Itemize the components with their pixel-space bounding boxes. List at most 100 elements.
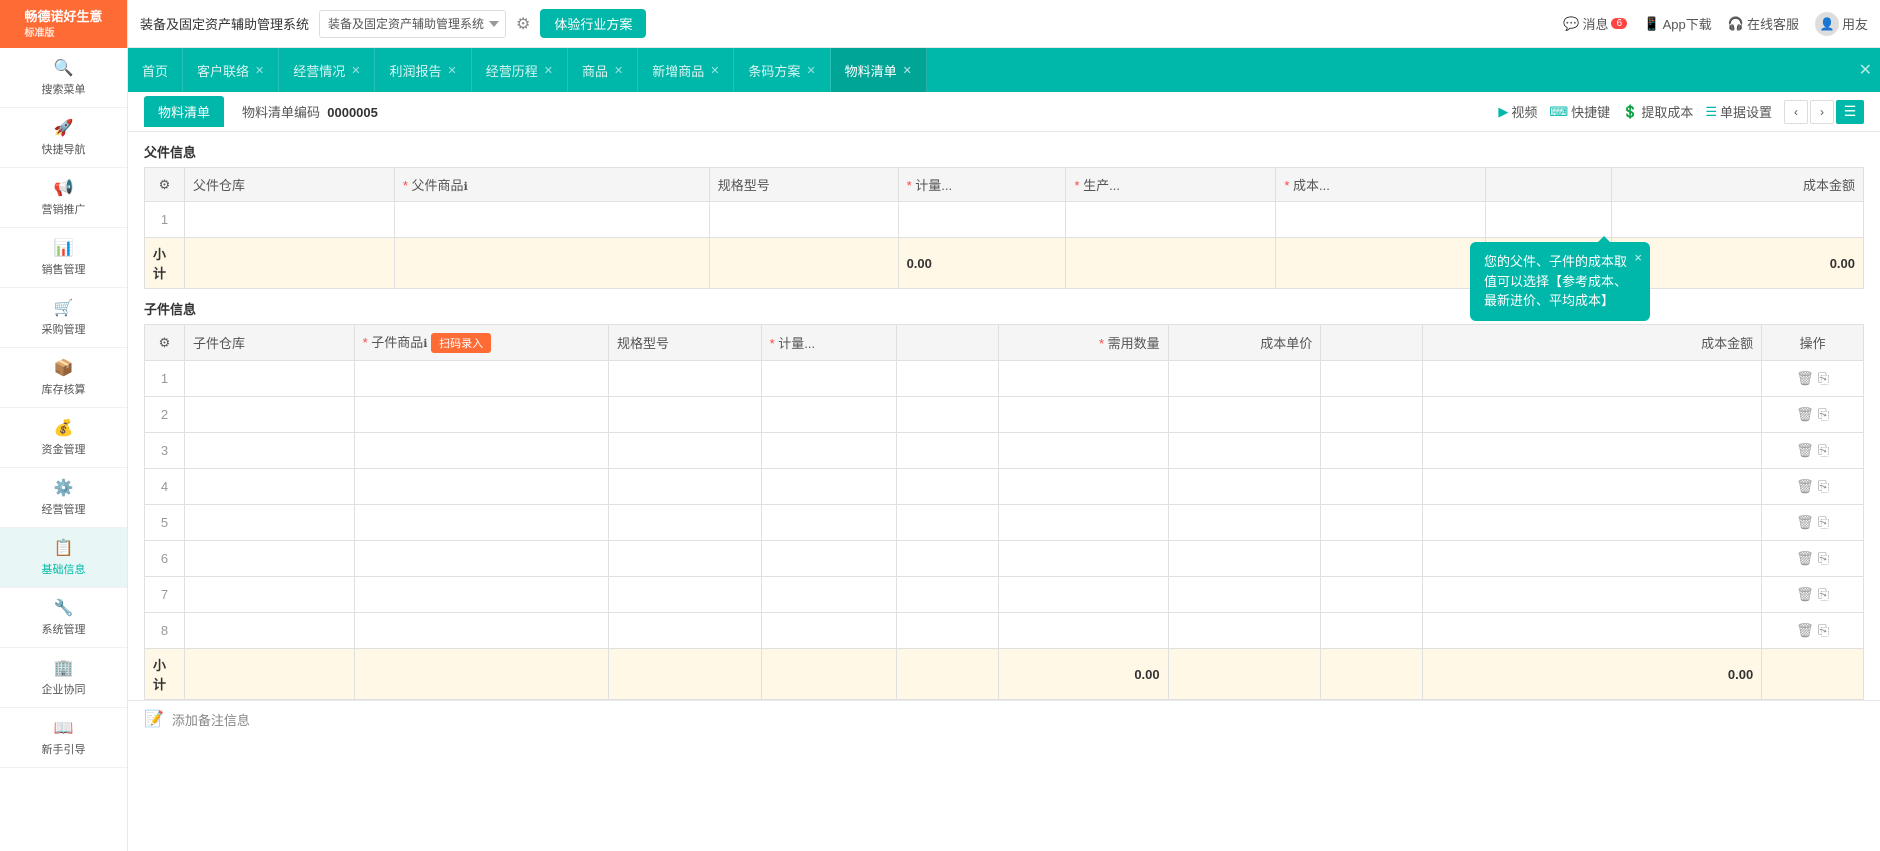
delete-icon[interactable]: 🗑 [1796, 442, 1814, 459]
tab-home[interactable]: 首页 [128, 48, 183, 92]
parent-production-cell[interactable] [1066, 202, 1276, 238]
child-warehouse-cell[interactable] [185, 397, 355, 433]
close-icon[interactable]: ✕ [903, 64, 912, 77]
child-spec-cell[interactable] [608, 361, 761, 397]
subtab-bom[interactable]: 物料清单 [144, 96, 224, 127]
copy-icon[interactable]: ⎘ [1818, 442, 1829, 459]
close-icon[interactable]: ✕ [351, 64, 360, 77]
child-warehouse-cell[interactable] [185, 505, 355, 541]
copy-icon[interactable]: ⎘ [1818, 586, 1829, 603]
experience-button[interactable]: 体验行业方案 [540, 9, 646, 38]
child-unit-cell[interactable] [761, 541, 897, 577]
sidebar-item-marketing[interactable]: 📢 营销推广 [0, 168, 127, 228]
online-service-button[interactable]: 🎧 在线客服 [1728, 14, 1799, 33]
sidebar-item-guide[interactable]: 📖 新手引导 [0, 708, 127, 768]
message-button[interactable]: 💬 消息 6 [1563, 14, 1627, 33]
video-action[interactable]: ▶ 视频 [1498, 102, 1537, 121]
close-icon[interactable]: ✕ [710, 64, 719, 77]
bottom-hint-text[interactable]: 添加备注信息 [172, 710, 250, 729]
child-qty-cell[interactable] [999, 433, 1169, 469]
child-unit-cell[interactable] [761, 505, 897, 541]
close-icon[interactable]: ✕ [544, 64, 553, 77]
child-warehouse-cell[interactable] [185, 577, 355, 613]
child-unit-cell[interactable] [761, 433, 897, 469]
tab-customer[interactable]: 客户联络 ✕ [183, 48, 279, 92]
child-unit-cell[interactable] [761, 577, 897, 613]
sidebar-item-enterprise[interactable]: 🏢 企业协同 [0, 648, 127, 708]
settings-gear-icon[interactable]: ⚙ [516, 14, 530, 34]
child-warehouse-cell[interactable] [185, 361, 355, 397]
child-unit-cell[interactable] [761, 469, 897, 505]
delete-icon[interactable]: 🗑 [1796, 622, 1814, 639]
child-qty-cell[interactable] [999, 397, 1169, 433]
child-spec-cell[interactable] [608, 505, 761, 541]
close-icon[interactable]: ✕ [806, 64, 815, 77]
child-product-cell[interactable] [354, 505, 608, 541]
sidebar-item-system[interactable]: 🔧 系统管理 [0, 588, 127, 648]
sidebar-item-finance[interactable]: 💰 资金管理 [0, 408, 127, 468]
tab-history[interactable]: 经营历程 ✕ [472, 48, 568, 92]
close-icon[interactable]: ✕ [448, 64, 457, 77]
tab-new-product[interactable]: 新增商品 ✕ [638, 48, 734, 92]
child-unit-cell[interactable] [761, 613, 897, 649]
delete-icon[interactable]: 🗑 [1796, 478, 1814, 495]
close-icon[interactable]: ✕ [255, 64, 264, 77]
child-product-cell[interactable] [354, 613, 608, 649]
scan-button[interactable]: 扫码录入 [431, 333, 491, 353]
child-qty-cell[interactable] [999, 541, 1169, 577]
app-download-button[interactable]: 📱 App下载 [1643, 14, 1711, 33]
child-warehouse-cell[interactable] [185, 433, 355, 469]
parent-unit-cell[interactable] [898, 202, 1066, 238]
copy-icon[interactable]: ⎘ [1818, 622, 1829, 639]
child-warehouse-cell[interactable] [185, 613, 355, 649]
user-profile[interactable]: 👤 用友 [1815, 12, 1868, 36]
child-warehouse-cell[interactable] [185, 469, 355, 505]
tab-bom[interactable]: 物料清单 ✕ [831, 48, 927, 92]
child-product-cell[interactable] [354, 397, 608, 433]
child-qty-cell[interactable] [999, 577, 1169, 613]
child-product-cell[interactable] [354, 541, 608, 577]
child-spec-cell[interactable] [608, 433, 761, 469]
delete-icon[interactable]: 🗑 [1796, 406, 1814, 423]
copy-icon[interactable]: ⎘ [1818, 550, 1829, 567]
child-unit-cell[interactable] [761, 397, 897, 433]
sidebar-item-purchase[interactable]: 🛒 采购管理 [0, 288, 127, 348]
tab-operations[interactable]: 经营情况 ✕ [279, 48, 375, 92]
delete-icon[interactable]: 🗑 [1796, 586, 1814, 603]
child-product-cell[interactable] [354, 361, 608, 397]
close-all-tabs-icon[interactable]: ✕ [1859, 60, 1872, 80]
delete-icon[interactable]: 🗑 [1796, 550, 1814, 567]
child-product-cell[interactable] [354, 433, 608, 469]
sidebar-item-sales[interactable]: 📊 销售管理 [0, 228, 127, 288]
prev-page-button[interactable]: ‹ [1784, 100, 1808, 124]
child-qty-cell[interactable] [999, 613, 1169, 649]
child-qty-cell[interactable] [999, 469, 1169, 505]
tab-profit[interactable]: 利润报告 ✕ [375, 48, 471, 92]
copy-icon[interactable]: ⎘ [1818, 406, 1829, 423]
cost-action[interactable]: 💲 提取成本 [1622, 102, 1693, 121]
sidebar-item-inventory[interactable]: 📦 库存核算 [0, 348, 127, 408]
copy-icon[interactable]: ⎘ [1818, 478, 1829, 495]
next-page-button[interactable]: › [1810, 100, 1834, 124]
child-spec-cell[interactable] [608, 577, 761, 613]
parent-cost-cell[interactable] [1276, 202, 1486, 238]
shortcut-action[interactable]: ⌨ 快捷键 [1549, 102, 1610, 121]
parent-spec-cell[interactable] [709, 202, 898, 238]
child-spec-cell[interactable] [608, 613, 761, 649]
child-qty-cell[interactable] [999, 505, 1169, 541]
child-qty-cell[interactable] [999, 361, 1169, 397]
delete-icon[interactable]: 🗑 [1796, 514, 1814, 531]
settings-action[interactable]: ☰ 单据设置 [1705, 102, 1772, 121]
delete-icon[interactable]: 🗑 [1796, 370, 1814, 387]
tab-barcode[interactable]: 条码方案 ✕ [734, 48, 830, 92]
child-spec-cell[interactable] [608, 469, 761, 505]
copy-icon[interactable]: ⎘ [1818, 370, 1829, 387]
tab-product[interactable]: 商品 ✕ [568, 48, 638, 92]
sidebar-item-search[interactable]: 🔍 搜索菜单 [0, 48, 127, 108]
child-warehouse-cell[interactable] [185, 541, 355, 577]
parent-product-cell[interactable] [394, 202, 709, 238]
sidebar-item-quick-nav[interactable]: 🚀 快捷导航 [0, 108, 127, 168]
parent-warehouse-cell[interactable] [185, 202, 395, 238]
sidebar-item-basic-info[interactable]: 📋 基础信息 [0, 528, 127, 588]
system-selector[interactable]: 装备及固定资产辅助管理系统 [319, 10, 506, 38]
